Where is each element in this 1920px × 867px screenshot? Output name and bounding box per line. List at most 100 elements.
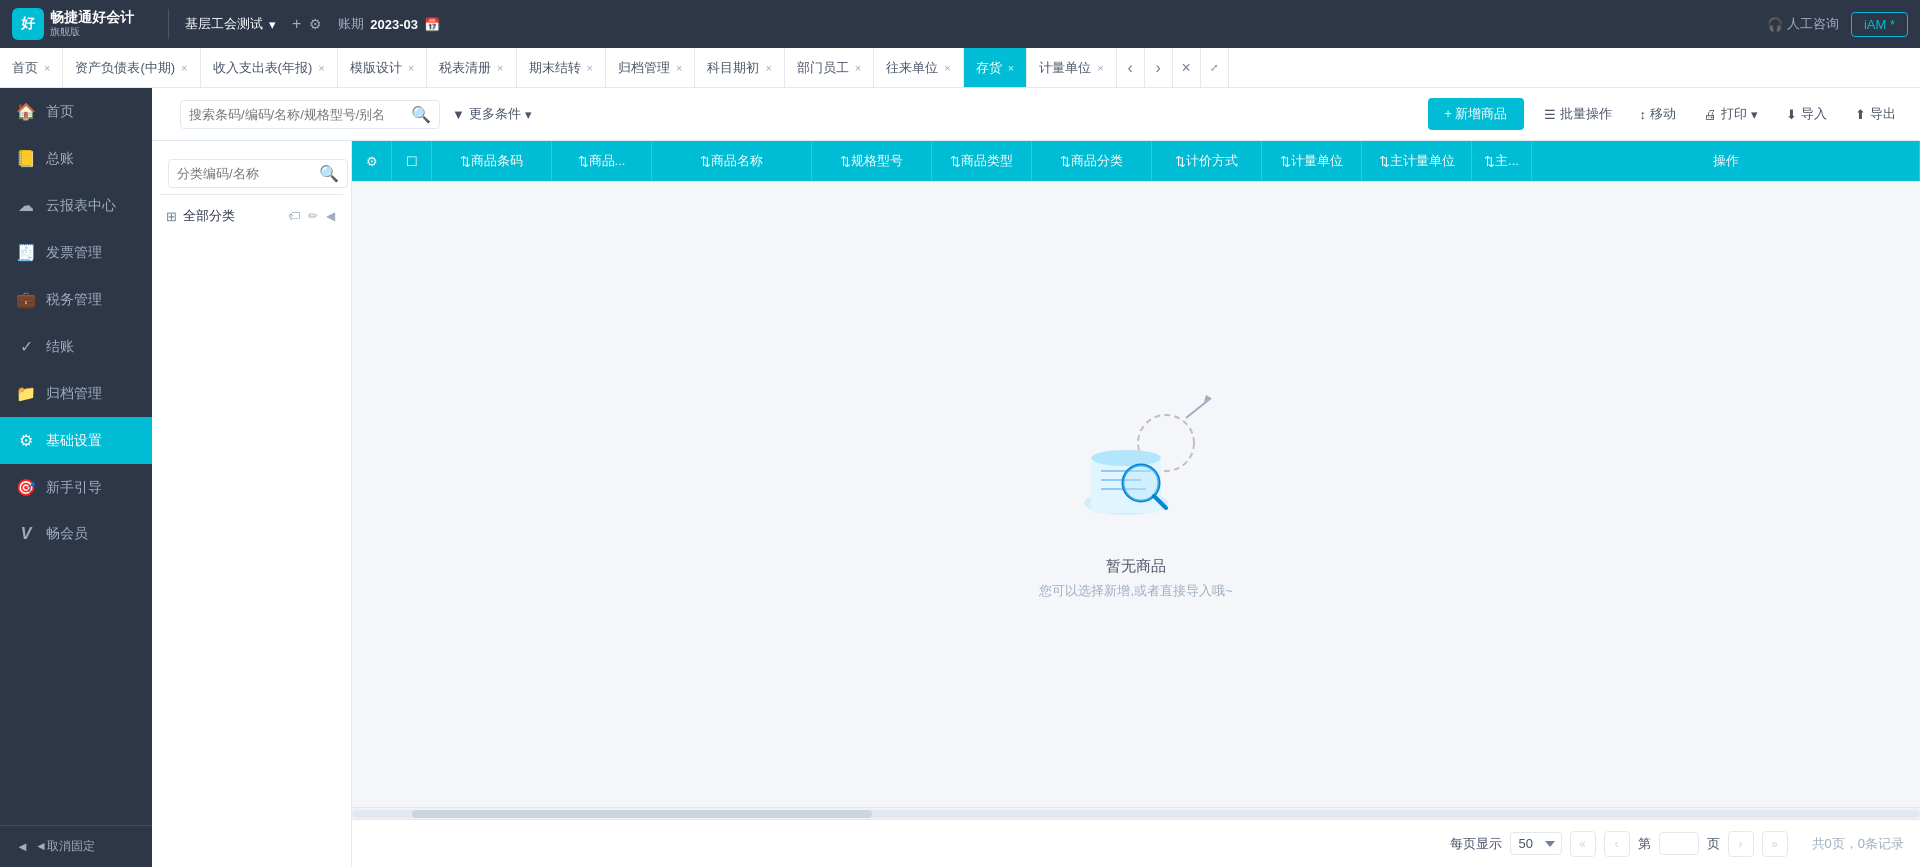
category-collapse-icon[interactable]: ◀ bbox=[324, 207, 337, 225]
tab-close-icon[interactable]: × bbox=[765, 62, 771, 74]
tab-科目期初[interactable]: 科目期初 × bbox=[695, 48, 784, 87]
tab-close-icon[interactable]: × bbox=[318, 62, 324, 74]
tab-label: 税表清册 bbox=[439, 59, 491, 77]
empty-title: 暂无商品 bbox=[1106, 557, 1166, 576]
sidebar-item-member[interactable]: V 畅会员 bbox=[0, 511, 152, 557]
tab-close-icon[interactable]: × bbox=[1097, 62, 1103, 74]
service-button[interactable]: 🎧 人工咨询 bbox=[1767, 15, 1839, 33]
tab-资产负债表[interactable]: 资产负债表(中期) × bbox=[63, 48, 200, 87]
th-type[interactable]: ⇅ 商品类型 bbox=[932, 141, 1032, 181]
sidebar-item-settings[interactable]: ⚙ 基础设置 bbox=[0, 417, 152, 464]
logo-area: 好 畅捷通好会计 旗舰版 bbox=[12, 8, 160, 40]
th-name[interactable]: ⇅ 商品名称 bbox=[652, 141, 812, 181]
th-category[interactable]: ⇅ 商品分类 bbox=[1032, 141, 1152, 181]
tab-往来单位[interactable]: 往来单位 × bbox=[874, 48, 963, 87]
main-search-input[interactable] bbox=[189, 107, 405, 122]
horizontal-scrollbar[interactable] bbox=[352, 807, 1920, 819]
th-settings[interactable]: ⚙ bbox=[352, 141, 392, 181]
import-button[interactable]: ⬇ 导入 bbox=[1778, 101, 1835, 127]
sidebar-item-cloud-report[interactable]: ☁ 云报表中心 bbox=[0, 182, 152, 229]
sidebar-label: 云报表中心 bbox=[46, 197, 116, 215]
export-label: 导出 bbox=[1870, 105, 1896, 123]
page-size-select[interactable]: 10 20 50 100 bbox=[1510, 832, 1562, 855]
prev-page-button[interactable]: ‹ bbox=[1604, 831, 1630, 857]
first-page-button[interactable]: « bbox=[1570, 831, 1596, 857]
headset-icon: 🎧 bbox=[1767, 17, 1783, 32]
th-unit[interactable]: ⇅ 计量单位 bbox=[1262, 141, 1362, 181]
add-company-icon[interactable]: + bbox=[292, 15, 301, 33]
scrollbar-track bbox=[352, 810, 1920, 818]
tab-模版设计[interactable]: 模版设计 × bbox=[338, 48, 427, 87]
company-selector[interactable]: 基层工会测试 ▾ bbox=[177, 11, 284, 37]
last-page-button[interactable]: » bbox=[1762, 831, 1788, 857]
tab-存货[interactable]: 存货 × bbox=[964, 48, 1027, 87]
export-button[interactable]: ⬆ 导出 bbox=[1847, 101, 1904, 127]
batch-label: 批量操作 bbox=[1560, 105, 1612, 123]
current-page-input[interactable]: 1 bbox=[1659, 832, 1699, 855]
th-barcode[interactable]: ⇅ 商品条码 bbox=[432, 141, 552, 181]
sidebar-item-archive[interactable]: 📁 归档管理 bbox=[0, 370, 152, 417]
th-price[interactable]: ⇅ 计价方式 bbox=[1152, 141, 1262, 181]
scrollbar-thumb[interactable] bbox=[412, 810, 872, 818]
category-edit-icon[interactable]: ✏ bbox=[306, 207, 320, 225]
th-extra-label: 主... bbox=[1495, 152, 1519, 170]
tab-expand[interactable]: ⤢ bbox=[1201, 48, 1229, 87]
main-search-box[interactable]: 🔍 bbox=[180, 100, 440, 129]
sidebar-item-guide[interactable]: 🎯 新手引导 bbox=[0, 464, 152, 511]
batch-button[interactable]: ☰ 批量操作 bbox=[1536, 101, 1620, 127]
more-filter-button[interactable]: ▼ 更多条件 ▾ bbox=[452, 105, 532, 123]
main-search-icon[interactable]: 🔍 bbox=[411, 105, 431, 124]
app-version: 旗舰版 bbox=[50, 25, 134, 39]
tab-close-icon[interactable]: × bbox=[855, 62, 861, 74]
tab-收入支出表[interactable]: 收入支出表(年报) × bbox=[201, 48, 338, 87]
category-search-box[interactable]: 🔍 bbox=[168, 159, 348, 188]
move-button[interactable]: ↕ 移动 bbox=[1632, 101, 1685, 127]
category-tag-icon[interactable]: 🏷 bbox=[286, 207, 302, 225]
tab-close-icon[interactable]: × bbox=[44, 62, 50, 74]
tab-close-icon[interactable]: × bbox=[497, 62, 503, 74]
sidebar-item-home[interactable]: 🏠 首页 bbox=[0, 88, 152, 135]
page-size-label: 每页显示 bbox=[1450, 835, 1502, 853]
tab-首页[interactable]: 首页 × bbox=[0, 48, 63, 87]
sidebar-item-tax[interactable]: 💼 税务管理 bbox=[0, 276, 152, 323]
settings-icon[interactable]: ⚙ bbox=[309, 16, 322, 32]
new-product-button[interactable]: + 新增商品 bbox=[1428, 98, 1523, 130]
tab-scroll-left[interactable]: ‹ bbox=[1117, 48, 1145, 87]
tab-close-icon[interactable]: × bbox=[587, 62, 593, 74]
print-button[interactable]: 🖨 打印 ▾ bbox=[1696, 101, 1766, 127]
sidebar-unpin[interactable]: ◄ ◄取消固定 bbox=[0, 825, 152, 867]
sidebar-item-invoice[interactable]: 🧾 发票管理 bbox=[0, 229, 152, 276]
th-code[interactable]: ⇅ 商品... bbox=[552, 141, 652, 181]
sidebar-item-close[interactable]: ✓ 结账 bbox=[0, 323, 152, 370]
sidebar-item-ledger[interactable]: 📒 总账 bbox=[0, 135, 152, 182]
tab-期末结转[interactable]: 期末结转 × bbox=[517, 48, 606, 87]
th-main-unit[interactable]: ⇅ 主计量单位 bbox=[1362, 141, 1472, 181]
tab-税表清册[interactable]: 税表清册 × bbox=[427, 48, 516, 87]
calendar-icon[interactable]: 📅 bbox=[424, 17, 440, 32]
tab-label: 模版设计 bbox=[350, 59, 402, 77]
content-area: 🔍 ▼ 更多条件 ▾ + 新增商品 ☰ 批量操作 ↕ 移动 🖨 打印 bbox=[152, 88, 1920, 867]
th-action: 操作 bbox=[1532, 141, 1920, 181]
th-spec[interactable]: ⇅ 规格型号 bbox=[812, 141, 932, 181]
tab-close-icon[interactable]: × bbox=[181, 62, 187, 74]
tab-归档管理[interactable]: 归档管理 × bbox=[606, 48, 695, 87]
print-label: 打印 bbox=[1721, 105, 1747, 123]
tab-close-icon[interactable]: × bbox=[944, 62, 950, 74]
tab-close-icon[interactable]: × bbox=[1008, 62, 1014, 74]
category-search-input[interactable] bbox=[177, 166, 313, 181]
th-type-label: 商品类型 bbox=[961, 152, 1013, 170]
next-page-button[interactable]: › bbox=[1728, 831, 1754, 857]
tab-close-icon[interactable]: × bbox=[408, 62, 414, 74]
print-icon: 🖨 bbox=[1704, 107, 1717, 122]
tab-close-all[interactable]: × bbox=[1173, 48, 1201, 87]
tab-计量单位[interactable]: 计量单位 × bbox=[1027, 48, 1116, 87]
tab-scroll-right[interactable]: › bbox=[1145, 48, 1173, 87]
account-button[interactable]: iAM * bbox=[1851, 12, 1908, 37]
tax-icon: 💼 bbox=[16, 290, 36, 309]
all-categories[interactable]: ⊞ 全部分类 🏷 ✏ ◀ bbox=[160, 203, 343, 229]
th-extra[interactable]: ⇅ 主... bbox=[1472, 141, 1532, 181]
category-search-icon[interactable]: 🔍 bbox=[319, 164, 339, 183]
tab-部门员工[interactable]: 部门员工 × bbox=[785, 48, 874, 87]
tab-close-icon[interactable]: × bbox=[676, 62, 682, 74]
th-checkbox[interactable]: ☐ bbox=[392, 141, 432, 181]
